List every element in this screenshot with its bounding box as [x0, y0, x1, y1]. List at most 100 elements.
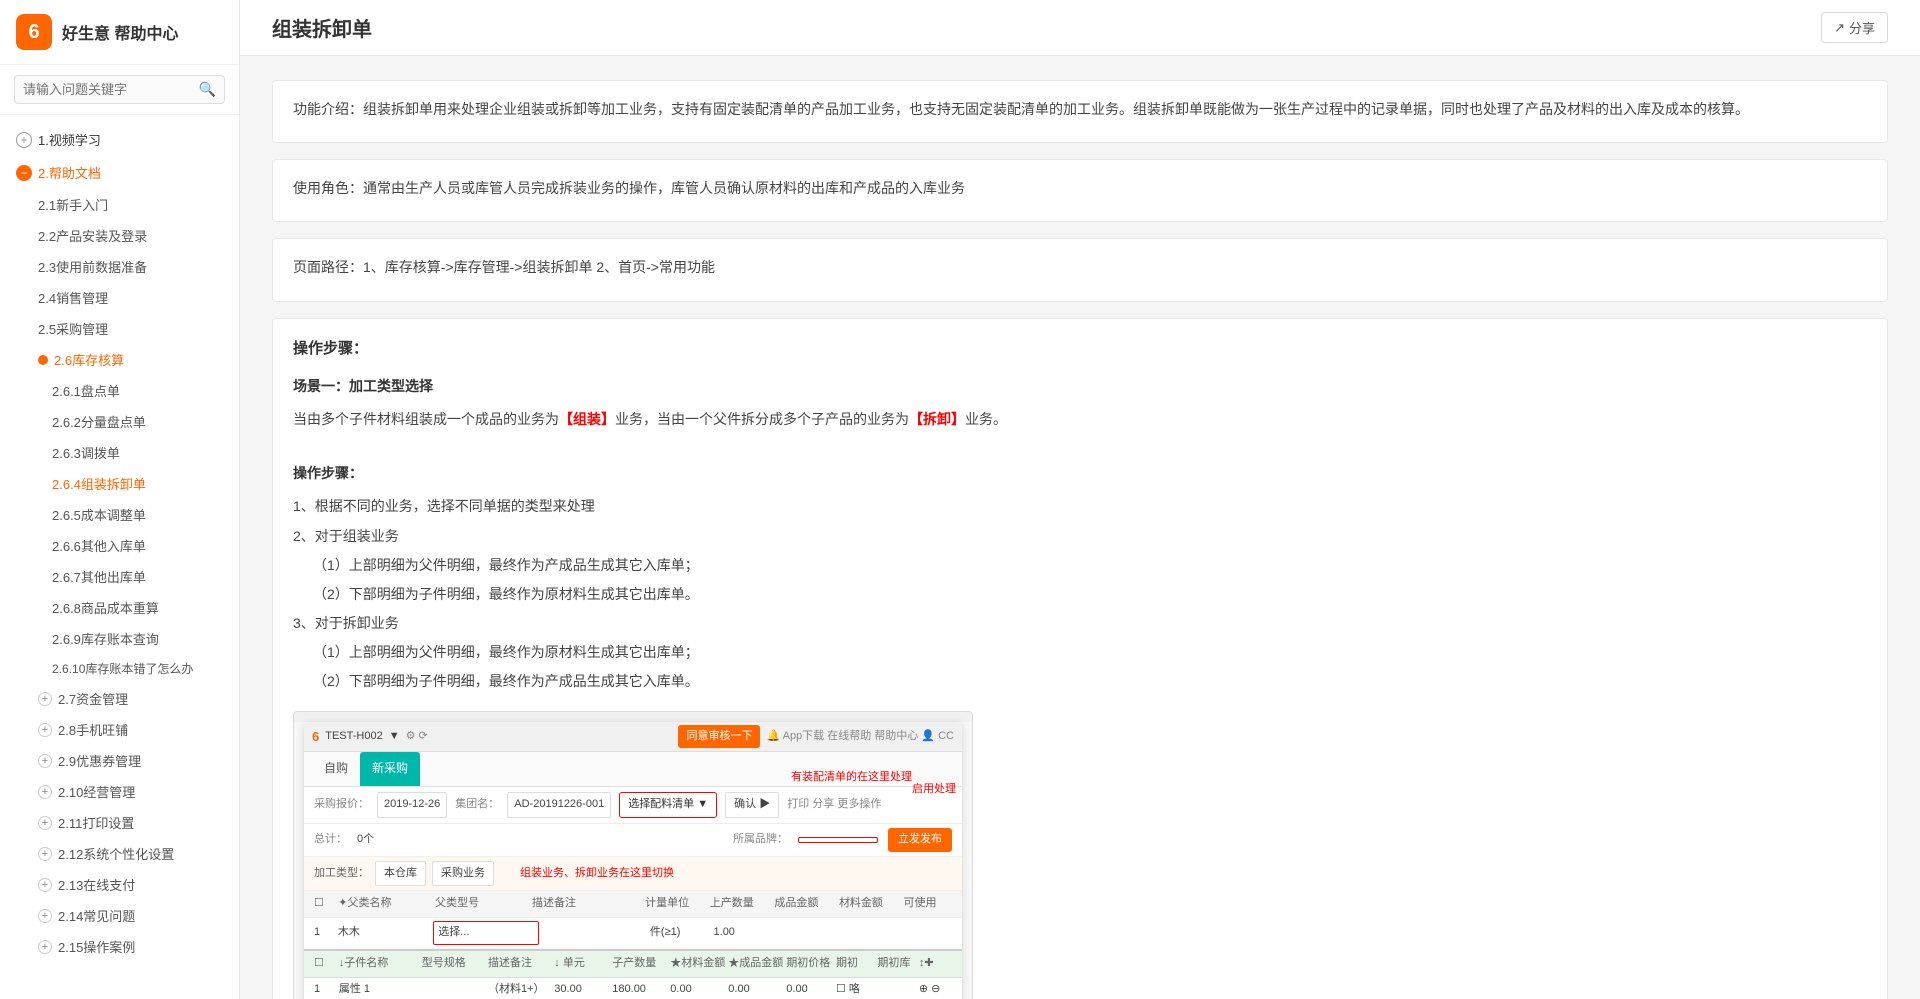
mock-type-select2[interactable]: 采购业务	[432, 861, 494, 887]
sidebar-item-inventory[interactable]: 2.6库存核算	[0, 344, 239, 375]
mock-sub-col1: ↓子件名称	[339, 954, 422, 974]
nav-sub-label: 2.4销售管理	[38, 288, 108, 307]
sidebar-item-print[interactable]: + 2.11打印设置	[0, 807, 239, 838]
search-box[interactable]: 🔍	[14, 75, 225, 104]
mock-date-value: 2019-12-26	[377, 792, 447, 818]
sidebar-item-custom[interactable]: + 2.12系统个性化设置	[0, 838, 239, 869]
step2-2: （2）下部明细为子件明细，最终作为原材料生成其它出库单。	[293, 582, 1867, 607]
search-input[interactable]	[23, 82, 199, 97]
sidebar-item-video[interactable]: + 1.视频学习	[0, 123, 239, 156]
mock-sub-col3: 描述备注	[488, 954, 554, 974]
mock-tab-new[interactable]: 新采购	[360, 752, 420, 786]
mock-process-btn[interactable]: 同意审核一下	[678, 725, 760, 749]
scenario1-title: 场景一：加工类型选择	[293, 374, 1867, 399]
mock-dropdown: ▼	[389, 727, 400, 747]
sidebar-item-goodscost[interactable]: 2.6.8商品成本重算	[0, 592, 239, 623]
mock-sub-row1-desc: （材料1+）	[488, 980, 554, 999]
mock-warehouse-input[interactable]	[798, 837, 878, 843]
sidebar-item-assembly[interactable]: 2.6.4组装拆卸单	[0, 468, 239, 499]
mock-row1-name: 木木	[338, 923, 433, 943]
step2: 2、对于组装业务	[293, 524, 1867, 549]
mock-sub-actions: ↕✚	[919, 954, 952, 974]
mock-col7: 材料金额	[839, 894, 904, 914]
nav-tree: + 1.视频学习 − 2.帮助文档 2.1新手入门 2.2产品安装及登录 2.3…	[0, 115, 239, 999]
sidebar-item-sales[interactable]: 2.4销售管理	[0, 282, 239, 313]
mock-sub-check: ☐	[314, 954, 339, 974]
mock-col8: 可使用	[904, 894, 952, 914]
nav-sub-label: 2.6.3调拨单	[52, 443, 120, 462]
sidebar-item-docs[interactable]: − 2.帮助文档	[0, 156, 239, 189]
mock-sub-col10: 期初库	[877, 954, 918, 974]
role-text: 使用角色：通常由生产人员或库管人员完成拆装业务的操作，库管人员确认原材料的出库和…	[293, 176, 1867, 201]
logo-area: 6 好生意 帮助中心	[0, 0, 239, 65]
nav-sub-label: 2.9优惠券管理	[58, 751, 141, 770]
mock-type-select1[interactable]: 本仓库	[375, 861, 426, 887]
annotation-switch-label: 组装业务、拆卸业务在这里切换	[520, 864, 674, 884]
nav-sub-label: 2.11打印设置	[58, 813, 134, 832]
sidebar-item-stocktake[interactable]: 2.6.1盘点单	[0, 375, 239, 406]
nav-sub-label: 2.15操作案例	[58, 937, 135, 956]
sidebar: 6 好生意 帮助中心 🔍 + 1.视频学习 − 2.帮助文档 2.1新手入门 2…	[0, 0, 240, 999]
mock-apply-btn[interactable]: 立发发布	[888, 828, 952, 852]
expand-icon: +	[38, 878, 52, 892]
nav-sub-label: 2.6.5成本调整单	[52, 505, 146, 524]
share-button[interactable]: ↗ 分享	[1821, 12, 1888, 43]
step3-2: （2）下部明细为子件明细，最终作为产成品生成其它入库单。	[293, 669, 1867, 694]
sidebar-item-cost[interactable]: 2.6.5成本调整单	[0, 499, 239, 530]
sidebar-item-install[interactable]: 2.2产品安装及登录	[0, 220, 239, 251]
step3: 3、对于拆卸业务	[293, 611, 1867, 636]
nav-sub-label: 2.14常见问题	[58, 906, 135, 925]
steps-title: 操作步骤：	[293, 335, 1867, 362]
expand-icon: +	[38, 847, 52, 861]
sidebar-item-ops[interactable]: + 2.10经营管理	[0, 776, 239, 807]
sidebar-item-mobile[interactable]: + 2.8手机旺铺	[0, 714, 239, 745]
mock-icons: ⚙ ⟳	[406, 727, 428, 747]
mock-sub-row1-qty: 180.00	[612, 980, 670, 999]
mock-col2: 父类型号	[435, 894, 532, 914]
mock-tab-self[interactable]: 自购	[312, 752, 360, 786]
mock-row1-model: 选择...	[433, 921, 538, 945]
mock-col3: 描述备注	[532, 894, 645, 914]
nav-label: 2.帮助文档	[38, 163, 101, 182]
intro-block: 功能介绍：组装拆卸单用来处理企业组装或拆卸等加工业务，支持有固定装配清单的产品加…	[272, 80, 1888, 143]
sidebar-item-otherout[interactable]: 2.6.7其他出库单	[0, 561, 239, 592]
mock-config-btn[interactable]: 选择配料清单 ▼	[619, 792, 717, 818]
mock-form-label-date: 采购报价：	[314, 795, 369, 815]
sidebar-item-capital[interactable]: + 2.7资金管理	[0, 683, 239, 714]
nav-sub-label: 2.8手机旺铺	[58, 720, 128, 739]
mock-form-label-doc: 集团名：	[455, 795, 499, 815]
mock-sub-row1-num: 1	[314, 980, 339, 999]
mock-toolbar-label: TEST-H002	[325, 727, 382, 747]
collapse-icon: −	[16, 165, 32, 181]
sidebar-item-stockcheck[interactable]: 2.6.9库存账本查询	[0, 623, 239, 654]
sidebar-item-adjust[interactable]: 2.6.3调拨单	[0, 437, 239, 468]
nav-sub-label: 2.2产品安装及登录	[38, 226, 147, 245]
expand-icon: +	[38, 785, 52, 799]
search-icon: 🔍	[199, 81, 216, 98]
sidebar-item-purchase[interactable]: 2.5采购管理	[0, 313, 239, 344]
nav-sub-label: 2.7资金管理	[58, 689, 128, 708]
sidebar-item-coupon[interactable]: + 2.9优惠券管理	[0, 745, 239, 776]
mock-count-value: 0个	[357, 830, 374, 850]
mock-sub-row1-mat: 0.00	[670, 980, 728, 999]
logo-icon: 6	[16, 14, 52, 50]
page-title: 组装拆卸单	[272, 13, 372, 42]
sidebar-item-otherin[interactable]: 2.6.6其他入库单	[0, 530, 239, 561]
sidebar-item-online[interactable]: + 2.13在线支付	[0, 869, 239, 900]
sidebar-item-new[interactable]: 2.1新手入门	[0, 189, 239, 220]
share-label: 分享	[1849, 18, 1875, 37]
sidebar-item-prepare[interactable]: 2.3使用前数据准备	[0, 251, 239, 282]
nav-sub-label: 2.10经营管理	[58, 782, 135, 801]
sidebar-item-distribute[interactable]: 2.6.2分量盘点单	[0, 406, 239, 437]
nav-sub-label: 2.6.1盘点单	[52, 381, 120, 400]
mock-sub-col8: 期初价格	[786, 954, 836, 974]
nav-sub-label: 2.12系统个性化设置	[58, 844, 174, 863]
step1: 1、根据不同的业务，选择不同单据的类型来处理	[293, 494, 1867, 519]
sidebar-item-faq[interactable]: + 2.14常见问题	[0, 900, 239, 931]
mock-doc-value: AD-20191226-001	[507, 792, 611, 818]
mock-extra-actions: 打印 分享 更多操作	[787, 795, 881, 815]
sidebar-item-cases[interactable]: + 2.15操作案例	[0, 931, 239, 962]
mock-confirm-btn[interactable]: 确认 ▶	[725, 792, 779, 818]
sidebar-item-stockerror[interactable]: 2.6.10库存账本错了怎么办	[0, 654, 239, 683]
mock-sub-col5: 子产数量	[612, 954, 670, 974]
